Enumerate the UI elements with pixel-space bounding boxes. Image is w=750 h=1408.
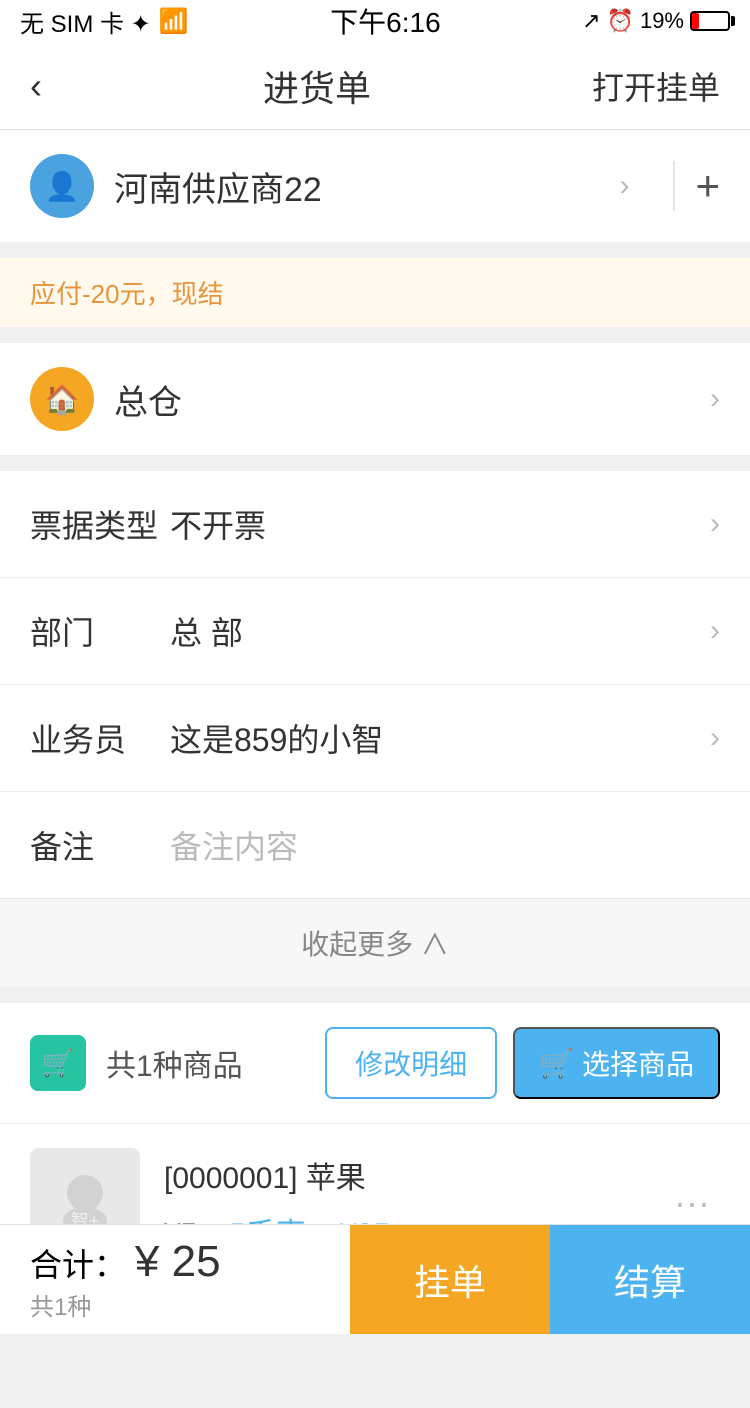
department-label: 部门: [30, 608, 170, 654]
warehouse-section: 🏠 总仓 ›: [0, 343, 750, 455]
battery-icon: [690, 11, 730, 31]
remark-row[interactable]: 备注 备注内容: [0, 791, 750, 898]
product-title: 苹果: [306, 1162, 366, 1195]
supplier-row[interactable]: 👤 河南供应商22 › +: [0, 130, 750, 242]
ticket-type-arrow-icon: ›: [710, 507, 720, 541]
notice-text: 应付-20元，现结: [30, 279, 224, 309]
battery-percent: 19%: [640, 8, 684, 34]
checkout-label: 结算: [614, 1254, 686, 1306]
footer: 合计： ¥ 25 共1种 挂单 结算: [0, 1224, 750, 1334]
select-product-label: 选择商品: [582, 1043, 694, 1083]
salesman-row[interactable]: 业务员 这是859的小智 ›: [0, 684, 750, 791]
supplier-avatar: 👤: [30, 154, 94, 218]
footer-total-line: 合计： ¥ 25: [30, 1237, 320, 1287]
shopping-icon: 🛒: [42, 1048, 74, 1079]
product-count-icon: 🛒: [30, 1035, 86, 1091]
form-section: 票据类型 不开票 › 部门 总 部 › 业务员 这是859的小智 › 备注 备注…: [0, 471, 750, 987]
avatar-icon: 👤: [45, 170, 80, 203]
department-row[interactable]: 部门 总 部 ›: [0, 577, 750, 684]
notice-bar: 应付-20元，现结: [0, 258, 750, 327]
hang-label: 挂单: [414, 1254, 486, 1306]
edit-detail-button[interactable]: 修改明细: [325, 1027, 497, 1099]
footer-total-count: 共1种: [30, 1287, 320, 1322]
status-bar-left: 无 SIM 卡 ✦ 📶: [20, 4, 189, 39]
product-header: 🛒 共1种商品 修改明细 🛒 选择商品: [0, 1003, 750, 1124]
supplier-arrow-icon: ›: [619, 169, 629, 203]
signal-text: 无 SIM 卡 ✦: [20, 4, 151, 39]
remark-input[interactable]: 备注内容: [170, 822, 720, 868]
wifi-icon: 📶: [159, 7, 189, 36]
hang-button[interactable]: 挂单: [350, 1225, 550, 1334]
footer-total: 合计： ¥ 25 共1种: [0, 1225, 350, 1334]
remark-label: 备注: [30, 822, 170, 868]
collapse-text: 收起更多 ∧: [301, 929, 449, 960]
location-icon: ↗: [582, 8, 600, 34]
department-arrow-icon: ›: [710, 614, 720, 648]
warehouse-arrow-icon: ›: [710, 382, 720, 416]
product-count-text: 共1种商品: [106, 1041, 325, 1085]
supplier-name: 河南供应商22: [114, 162, 619, 211]
alarm-icon: ⏰: [607, 8, 634, 34]
warehouse-icon: 🏠: [30, 367, 94, 431]
supplier-section: 👤 河南供应商22 › +: [0, 130, 750, 242]
product-code: [0000001]: [164, 1162, 297, 1195]
collapse-bar[interactable]: 收起更多 ∧: [0, 898, 750, 987]
nav-bar: ‹ 进货单 打开挂单: [0, 42, 750, 130]
add-supplier-button[interactable]: +: [695, 165, 720, 207]
checkout-button[interactable]: 结算: [550, 1225, 750, 1334]
status-bar-right: ↗ ⏰ 19%: [582, 8, 730, 34]
content: 👤 河南供应商22 › + 应付-20元，现结 🏠 总仓 › 票据类型 不开票 …: [0, 130, 750, 1408]
nav-title: 进货单: [263, 60, 371, 112]
back-button[interactable]: ‹: [30, 65, 42, 107]
footer-total-label: 合计：: [30, 1247, 126, 1283]
status-bar: 无 SIM 卡 ✦ 📶 下午6:16 ↗ ⏰ 19%: [0, 0, 750, 42]
divider: [673, 161, 675, 211]
salesman-label: 业务员: [30, 715, 170, 761]
warehouse-row[interactable]: 🏠 总仓 ›: [0, 343, 750, 455]
salesman-value: 这是859的小智: [170, 715, 710, 761]
department-value: 总 部: [170, 608, 710, 654]
select-icon: 🛒: [539, 1047, 574, 1080]
product-more-button[interactable]: ···: [664, 1182, 720, 1224]
product-name: [0000001] 苹果: [164, 1153, 664, 1197]
status-bar-time: 下午6:16: [330, 1, 441, 41]
warehouse-name: 总仓: [114, 375, 710, 424]
ticket-type-value: 不开票: [170, 501, 710, 547]
battery-fill: [692, 13, 699, 29]
ticket-type-label: 票据类型: [30, 501, 170, 547]
open-pending-button[interactable]: 打开挂单: [592, 63, 720, 109]
ticket-type-row[interactable]: 票据类型 不开票 ›: [0, 471, 750, 577]
salesman-arrow-icon: ›: [710, 721, 720, 755]
footer-total-amount: ¥ 25: [135, 1237, 221, 1286]
select-product-button[interactable]: 🛒 选择商品: [513, 1027, 720, 1099]
